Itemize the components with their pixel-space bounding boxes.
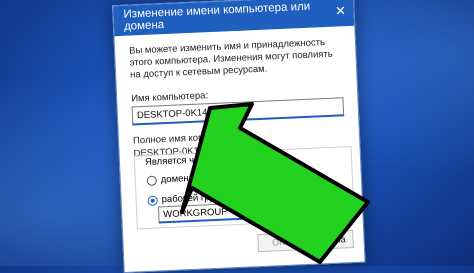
computer-name-dialog: Изменение имени компьютера или домена ✕ … [112, 0, 366, 273]
cancel-button[interactable]: Отмена [305, 229, 354, 251]
domain-radio-row[interactable]: домена: [146, 172, 197, 186]
workgroup-value: WORKGROUP [163, 205, 228, 220]
workgroup-radio[interactable] [147, 194, 158, 206]
domain-radio-label: домена: [160, 172, 197, 186]
computer-name-value: DESKTOP-0K14CFU [136, 105, 228, 121]
domain-radio[interactable] [146, 175, 157, 186]
dialog-description: Вы можете изменить имя и принадлежность … [128, 37, 333, 81]
ok-button[interactable]: OK [257, 232, 300, 253]
dialog-body: Вы можете изменить имя и принадлежность … [114, 26, 359, 160]
close-icon[interactable]: ✕ [331, 1, 350, 22]
